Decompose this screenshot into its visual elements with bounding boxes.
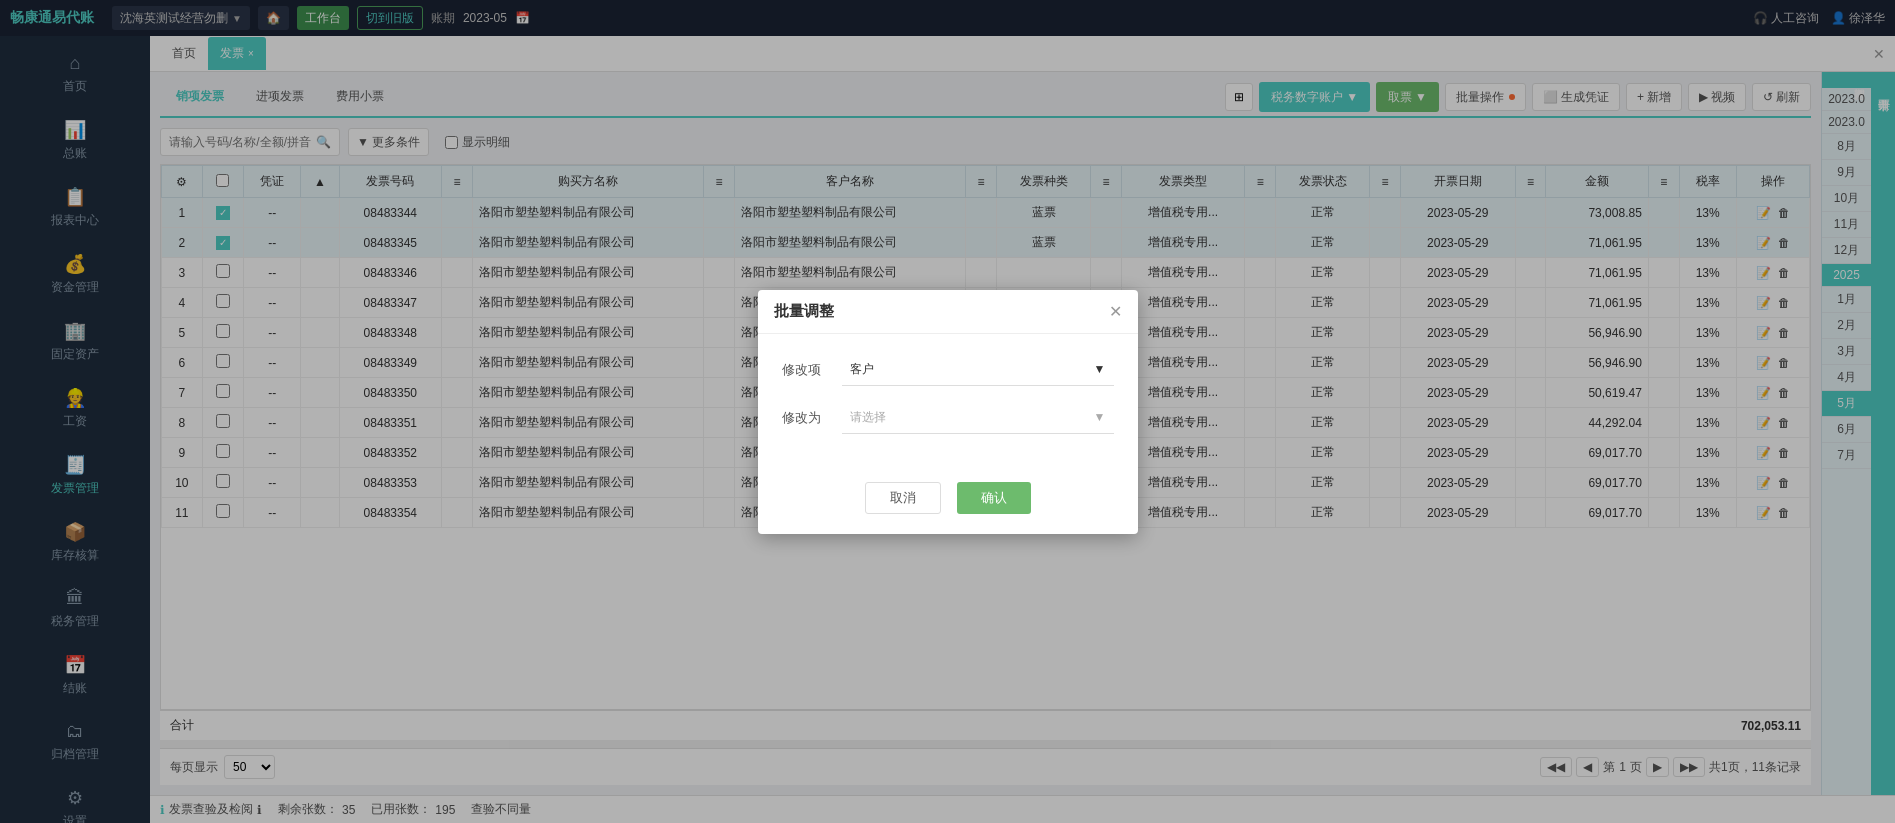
modify-to-arrow: ▼ xyxy=(1094,410,1106,424)
modify-to-select[interactable]: 请选择 ▼ xyxy=(842,402,1114,434)
modify-field-row: 修改项 客户 ▼ xyxy=(782,354,1114,386)
modal-confirm-btn[interactable]: 确认 xyxy=(957,482,1031,514)
modify-to-row: 修改为 请选择 ▼ xyxy=(782,402,1114,434)
modify-field-value: 客户 xyxy=(850,361,874,378)
modal-body: 修改项 客户 ▼ 修改为 请选择 ▼ xyxy=(758,334,1138,470)
modal-footer: 取消 确认 xyxy=(758,470,1138,534)
modify-field-label: 修改项 xyxy=(782,361,842,379)
batch-adjust-modal: 批量调整 ✕ 修改项 客户 ▼ 修改为 请选择 ▼ 取消 确认 xyxy=(758,290,1138,534)
modify-to-label: 修改为 xyxy=(782,409,842,427)
modal-overlay[interactable]: 批量调整 ✕ 修改项 客户 ▼ 修改为 请选择 ▼ 取消 确认 xyxy=(0,0,1895,823)
modal-close-btn[interactable]: ✕ xyxy=(1109,302,1122,321)
modify-field-select[interactable]: 客户 ▼ xyxy=(842,354,1114,386)
modify-to-placeholder: 请选择 xyxy=(850,409,886,426)
modify-field-arrow: ▼ xyxy=(1094,362,1106,376)
modal-header: 批量调整 ✕ xyxy=(758,290,1138,334)
modal-cancel-btn[interactable]: 取消 xyxy=(865,482,941,514)
modal-title: 批量调整 xyxy=(774,302,834,321)
